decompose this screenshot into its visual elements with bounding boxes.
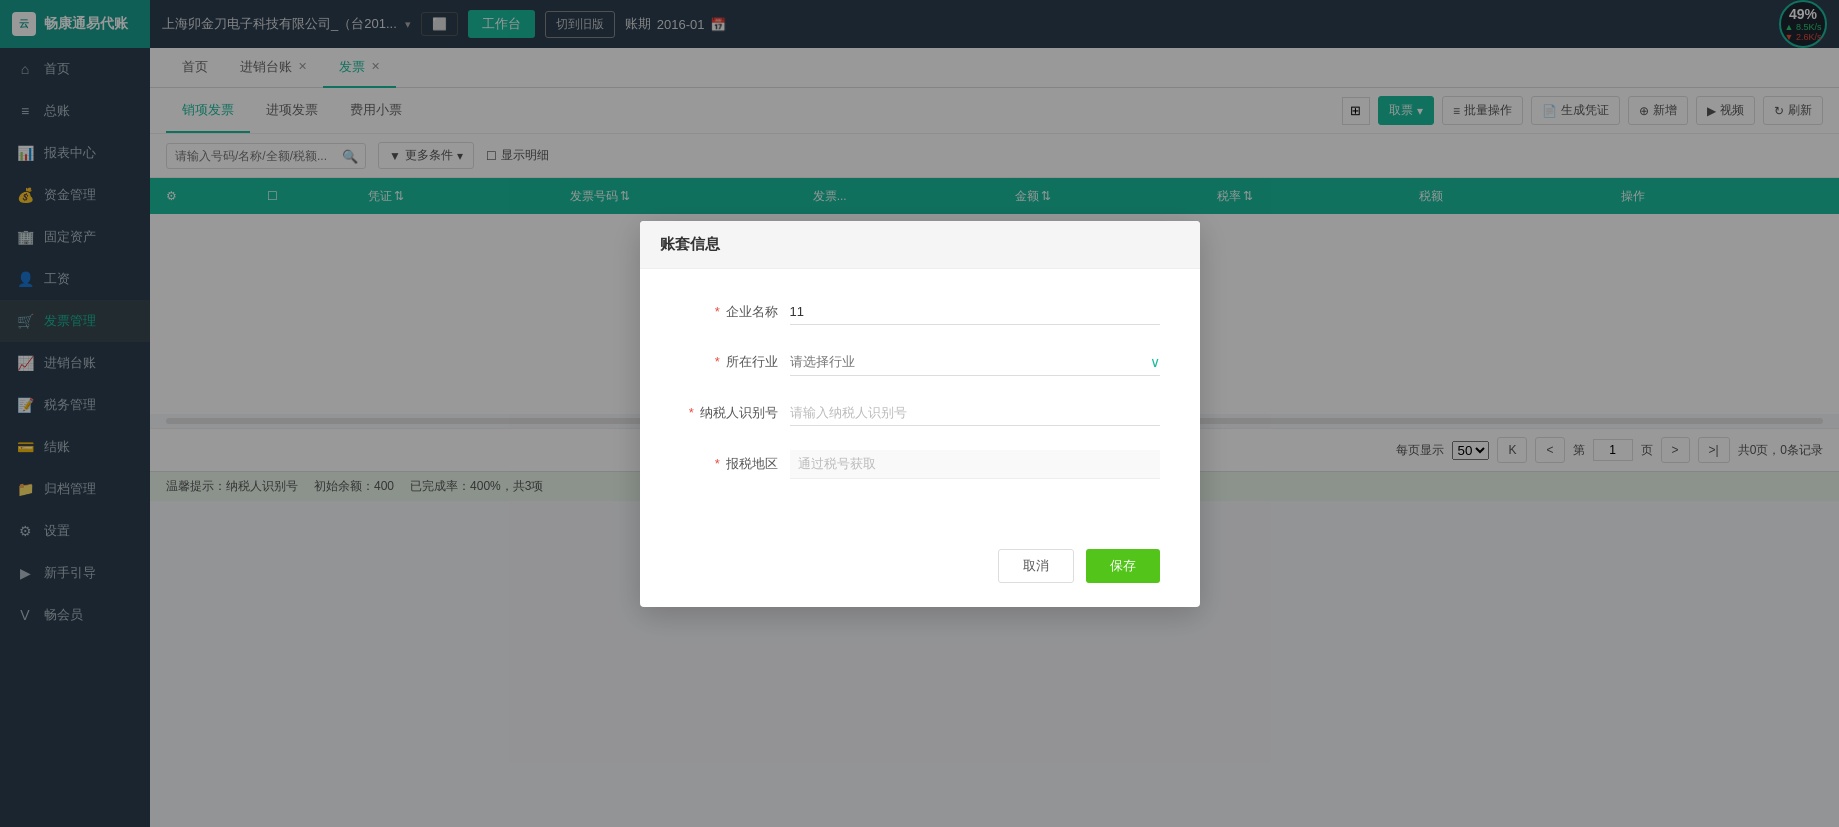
readonly-tax-region: 通过税号获取: [790, 450, 1160, 479]
industry-dropdown-arrow[interactable]: ∨: [1150, 354, 1160, 370]
select-industry[interactable]: [790, 354, 1150, 369]
input-tax-id[interactable]: [790, 400, 1160, 426]
label-company-name: * 企业名称: [680, 303, 790, 321]
save-button[interactable]: 保存: [1086, 549, 1160, 583]
label-tax-region: * 报税地区: [680, 455, 790, 473]
select-wrap-industry[interactable]: ∨: [790, 349, 1160, 376]
modal-body: * 企业名称 * 所在行业 ∨ * 纳税人识: [640, 269, 1200, 533]
label-tax-id: * 纳税人识别号: [680, 404, 790, 422]
cancel-button[interactable]: 取消: [998, 549, 1074, 583]
form-row-company-name: * 企业名称: [680, 299, 1160, 325]
form-row-tax-id: * 纳税人识别号: [680, 400, 1160, 426]
form-row-industry: * 所在行业 ∨: [680, 349, 1160, 376]
label-industry: * 所在行业: [680, 353, 790, 371]
form-row-tax-region: * 报税地区 通过税号获取: [680, 450, 1160, 479]
input-company-name[interactable]: [790, 299, 1160, 325]
modal-overlay: 账套信息 * 企业名称 * 所在行业 ∨: [0, 0, 1839, 827]
modal-title: 账套信息: [640, 221, 1200, 269]
modal-account-info: 账套信息 * 企业名称 * 所在行业 ∨: [640, 221, 1200, 607]
modal-footer: 取消 保存: [640, 533, 1200, 607]
